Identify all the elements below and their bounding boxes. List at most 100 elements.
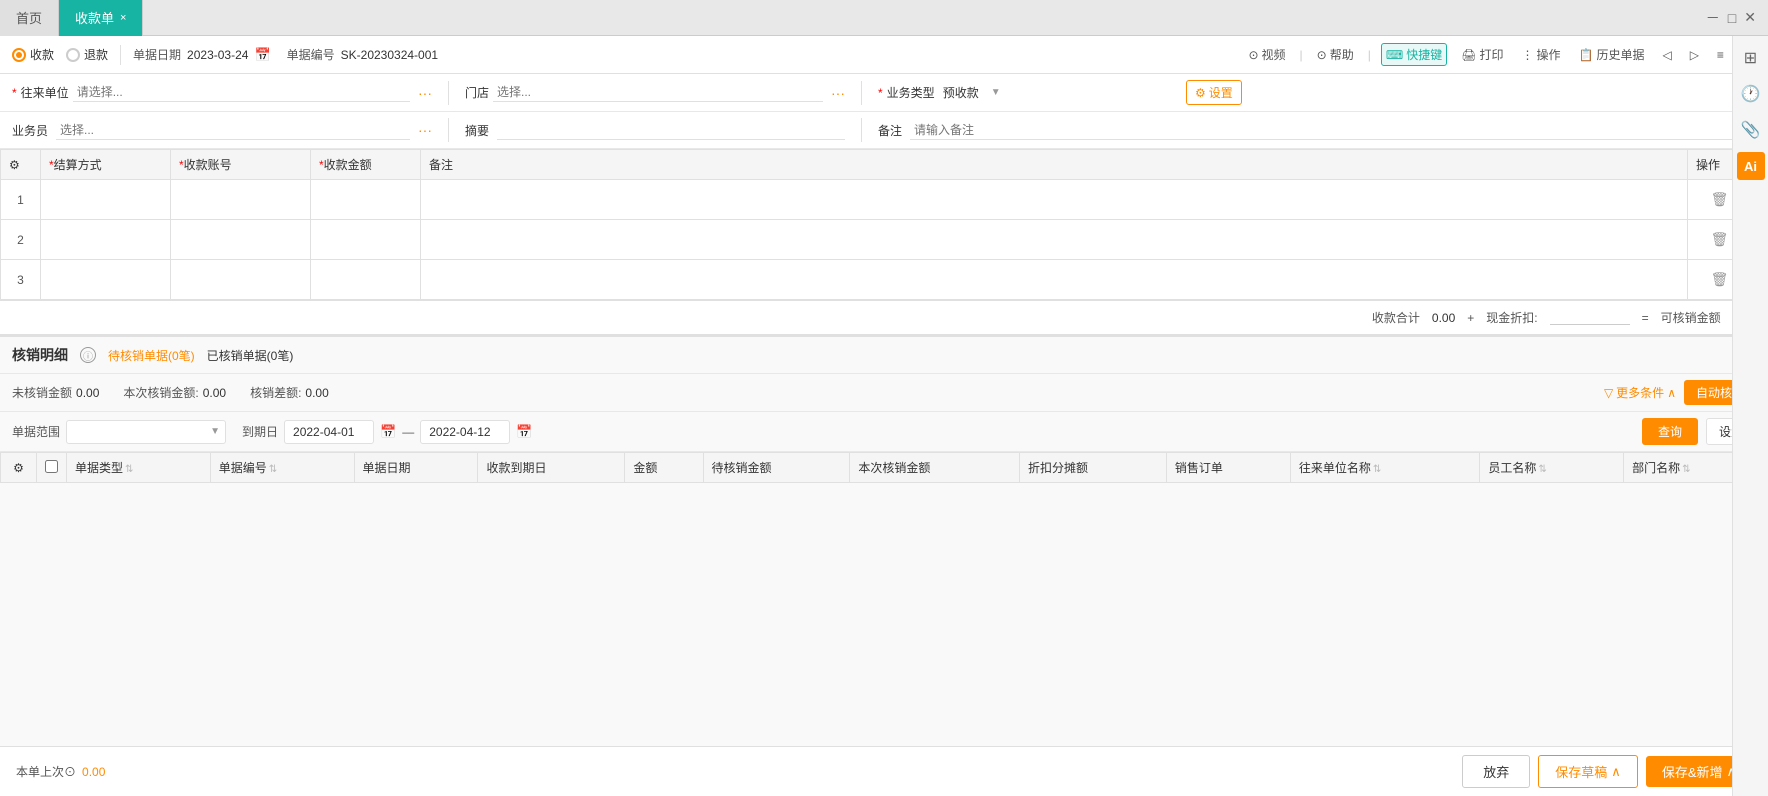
remark-input[interactable] [910,121,1756,140]
counterparty-required: * [12,86,17,100]
shortcut-btn[interactable]: ⌨ 快捷键 [1381,43,1447,66]
sidebar-history-icon[interactable]: 🕐 [1737,80,1765,108]
maximize-icon[interactable]: □ [1728,10,1736,26]
row1-delete-icon[interactable]: 🗑 [1711,191,1729,208]
bt-col-settings[interactable]: ⚙ [1,453,37,483]
sidebar-ai-icon[interactable]: Ai [1737,152,1765,180]
minimize-icon[interactable]: － [1706,8,1720,28]
bt-col-checkbox[interactable] [37,453,67,483]
close-icon[interactable]: ✕ [1744,9,1756,26]
current-value: 0.00 [203,386,226,400]
biz-type-chevron[interactable]: ▼ [991,87,1001,98]
select-all-checkbox[interactable] [45,460,58,473]
query-btn[interactable]: 查询 [1642,418,1698,445]
divider-f4 [861,118,862,142]
total-value: 0.00 [1432,311,1455,325]
row3-remark[interactable] [421,260,1688,300]
tab-receipt[interactable]: 收款单 × [59,0,143,36]
radio-refund-dot [66,48,80,62]
shop-input[interactable] [493,83,823,102]
abandon-btn[interactable]: 放弃 [1462,755,1530,788]
filter-row: 单据范围 ▼ 到期日 📅 — 📅 查询 设置 [0,412,1768,452]
row2-remark[interactable] [421,220,1688,260]
history-btn[interactable]: 📋 历史单据 [1574,44,1648,65]
tab-receipt-label: 收款单 [75,8,114,27]
shop-more-btn[interactable]: ··· [831,85,845,101]
verify-header: 核销明细 ⓘ 待核销单据(0笔) 已核销单据(0笔) [0,337,1768,374]
number-label: 单据编号 [287,46,335,63]
net-label: 可核销金额 [1661,309,1721,326]
date-to-cal-icon[interactable]: 📅 [516,424,532,440]
nav-right-btn[interactable]: ▷ [1686,46,1703,64]
row3-delete-icon[interactable]: 🗑 [1711,271,1729,288]
bt-col-num: 单据编号⇅ [210,453,354,483]
layout-list-btn[interactable]: ≡ [1713,46,1728,64]
row2-settle[interactable] [41,220,171,260]
radio-refund[interactable]: 退款 [66,46,108,63]
summary-input[interactable] [497,121,845,140]
date-from-cal-icon[interactable]: 📅 [380,424,396,440]
verify-title: 核销明细 [12,345,68,365]
range-select[interactable] [66,420,226,444]
biz-type-required: * [878,86,883,100]
ops-btn[interactable]: ⋮ 操作 [1517,44,1564,65]
total-label: 收款合计 [1372,309,1420,326]
right-sidebar: ⊞ 🕐 📎 Ai [1732,36,1768,796]
help-btn[interactable]: ⊙ 帮助 [1313,44,1358,65]
table-row: 2 🗑 ⧉ [1,220,1768,260]
sidebar-attach-icon[interactable]: 📎 [1737,116,1765,144]
row1-account[interactable] [171,180,311,220]
row1-settle[interactable] [41,180,171,220]
radio-receive[interactable]: 收款 [12,46,54,63]
bt-col-current: 本次核销金额 [850,453,1020,483]
pending-tab[interactable]: 待核销单据(0笔) [108,347,195,364]
draft-btn[interactable]: 保存草稿 ∧ [1538,755,1638,788]
sidebar-table-icon[interactable]: ⊞ [1737,44,1765,72]
summary-row: 收款合计 0.00 + 现金折扣: = 可核销金额 0.00 [0,300,1768,334]
bt-col-order: 销售订单 [1166,453,1290,483]
history-label: 历史单据 [1596,46,1644,63]
col-header-settings[interactable]: ⚙ [1,150,41,180]
row1-amount[interactable] [311,180,421,220]
nav-left-btn[interactable]: ◁ [1658,46,1675,64]
row2-amount[interactable] [311,220,421,260]
discount-input[interactable] [1550,310,1630,325]
date-to-input[interactable] [420,420,510,444]
date-from-input[interactable] [284,420,374,444]
more-conditions-btn[interactable]: ▽ 更多条件 ∧ [1604,384,1676,401]
form-settings-btn[interactable]: ⚙ 设置 [1186,80,1242,105]
verify-info-icon[interactable]: ⓘ [80,347,96,363]
discount-label: 现金折扣: [1486,309,1537,326]
row3-settle[interactable] [41,260,171,300]
form-row-2: 业务员 ··· 摘要 备注 [0,112,1768,149]
tab-home[interactable]: 首页 [0,0,59,36]
staff-more-btn[interactable]: ··· [418,122,432,138]
range-label: 单据范围 [12,423,60,440]
col-header-remark: 备注 [421,150,1688,180]
draft-label: 保存草稿 [1555,762,1607,781]
row3-amount[interactable] [311,260,421,300]
video-btn[interactable]: ⊙ 视频 [1244,44,1289,65]
counterparty-more-btn[interactable]: ··· [418,85,432,101]
row2-account[interactable] [171,220,311,260]
save-new-label: 保存&新增 [1662,762,1723,781]
date-calendar-icon[interactable]: 📅 [254,47,270,63]
range-select-wrapper: ▼ [66,420,226,444]
counterparty-input[interactable] [73,83,410,102]
row2-delete-icon[interactable]: 🗑 [1711,231,1729,248]
row-num-2: 2 [1,220,41,260]
row1-remark[interactable] [421,180,1688,220]
biz-type-value: 预收款 [943,84,979,101]
row3-account[interactable] [171,260,311,300]
print-btn[interactable]: 🖨 打印 [1457,44,1507,65]
print-label: 打印 [1479,46,1503,63]
completed-tab[interactable]: 已核销单据(0笔) [207,347,294,364]
bt-col-discount: 折扣分摊额 [1020,453,1167,483]
tab-close-icon[interactable]: × [120,12,126,24]
due-label: 到期日 [242,423,278,440]
divider-f1 [448,81,449,105]
bt-col-amount: 金额 [625,453,703,483]
bottom-table-container: ⚙ 单据类型⇅ 单据编号⇅ 单据日期 收款到期日 金额 待核销金额 本次核销金额… [0,452,1768,746]
staff-input[interactable] [56,121,410,140]
remark-field: 备注 [878,121,1756,140]
